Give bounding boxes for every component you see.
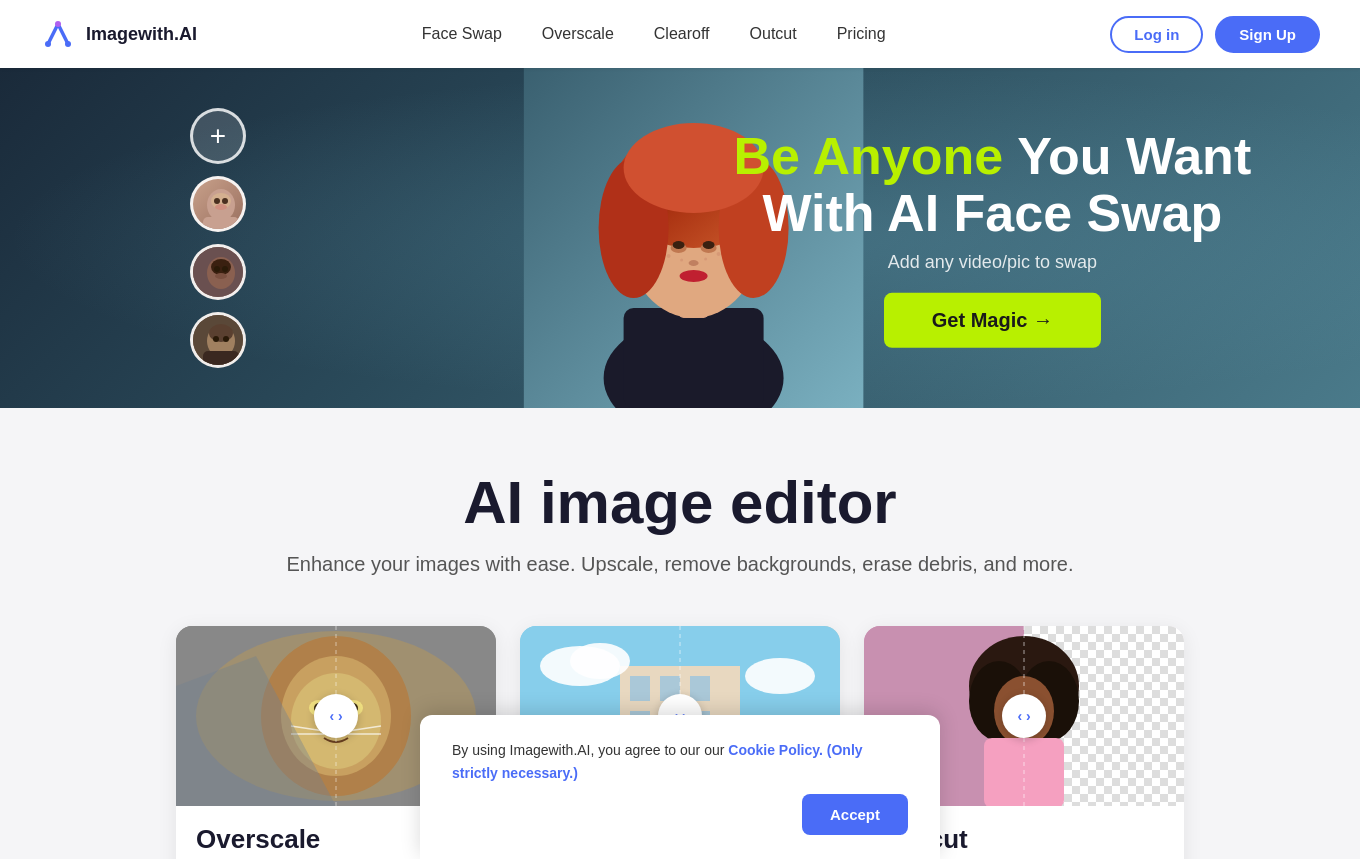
- svg-point-2: [65, 41, 71, 47]
- face-circle-2[interactable]: [190, 244, 246, 300]
- svg-rect-59: [630, 676, 650, 701]
- svg-point-32: [222, 266, 228, 272]
- svg-point-24: [214, 198, 220, 204]
- svg-point-14: [673, 241, 685, 249]
- svg-rect-61: [690, 676, 710, 701]
- nav-overscale[interactable]: Overscale: [542, 25, 614, 43]
- svg-point-21: [717, 252, 721, 256]
- logo-text: Imagewith.AI: [86, 24, 197, 45]
- nav-pricing[interactable]: Pricing: [837, 25, 886, 43]
- hero-subtitle: Add any video/pic to swap: [734, 252, 1252, 273]
- svg-point-31: [214, 266, 220, 272]
- svg-point-36: [209, 324, 233, 342]
- svg-point-25: [222, 198, 228, 204]
- svg-point-15: [703, 241, 715, 249]
- svg-point-30: [211, 259, 231, 275]
- slider-arrows-icon: ‹ ›: [329, 708, 342, 724]
- signup-button[interactable]: Sign Up: [1215, 16, 1320, 53]
- svg-point-37: [213, 336, 219, 342]
- hero-title-line2: With AI Face Swap: [734, 185, 1252, 242]
- svg-point-16: [689, 260, 699, 266]
- cookie-text-main: By using Imagewith.AI, you agree to our: [452, 742, 700, 758]
- face-circle-1[interactable]: [190, 176, 246, 232]
- svg-point-19: [680, 259, 683, 262]
- svg-point-65: [570, 643, 630, 679]
- header: Imagewith.AI Face Swap Overscale Clearof…: [0, 0, 1360, 68]
- login-button[interactable]: Log in: [1110, 16, 1203, 53]
- svg-point-26: [215, 204, 227, 210]
- cookie-row: Accept: [452, 794, 908, 835]
- section-title: AI image editor: [80, 468, 1280, 537]
- svg-rect-27: [203, 217, 239, 232]
- face-circle-3[interactable]: [190, 312, 246, 368]
- svg-rect-39: [203, 351, 239, 368]
- svg-point-33: [215, 273, 227, 279]
- plus-icon: +: [210, 120, 226, 152]
- logo[interactable]: Imagewith.AI: [40, 16, 197, 52]
- nav-clearoff[interactable]: Clearoff: [654, 25, 710, 43]
- hero-cta-button[interactable]: Get Magic →: [884, 293, 1101, 348]
- slider-arrows-icon-3: ‹ ›: [1017, 708, 1030, 724]
- hero-title-line1: Be Anyone You Want: [734, 128, 1252, 185]
- hero-section: + Be Anyone You Want With AI Face Swap A…: [0, 68, 1360, 408]
- svg-point-0: [55, 21, 61, 27]
- main-nav: Face Swap Overscale Clearoff Outcut Pric…: [422, 25, 886, 43]
- cookie-text: By using Imagewith.AI, you agree to our …: [452, 739, 908, 784]
- nav-face-swap[interactable]: Face Swap: [422, 25, 502, 43]
- hero-title-accent: Be Anyone: [734, 128, 1004, 185]
- svg-point-18: [667, 254, 671, 258]
- cookie-banner: By using Imagewith.AI, you agree to our …: [420, 715, 940, 859]
- svg-point-20: [704, 258, 707, 261]
- face-add-button[interactable]: +: [190, 108, 246, 164]
- card-outcut-slider[interactable]: ‹ ›: [1002, 694, 1046, 738]
- hero-title-white: You Want: [1017, 128, 1251, 185]
- svg-point-1: [45, 41, 51, 47]
- svg-point-38: [223, 336, 229, 342]
- cookie-accept-button[interactable]: Accept: [802, 794, 908, 835]
- card-overscale-slider[interactable]: ‹ ›: [314, 694, 358, 738]
- svg-point-17: [680, 270, 708, 282]
- logo-icon: [40, 16, 76, 52]
- section-subtitle: Enhance your images with ease. Upscale, …: [80, 553, 1280, 576]
- hero-text: Be Anyone You Want With AI Face Swap Add…: [734, 128, 1252, 348]
- nav-outcut[interactable]: Outcut: [750, 25, 797, 43]
- header-actions: Log in Sign Up: [1110, 16, 1320, 53]
- svg-point-66: [745, 658, 815, 694]
- face-circles: +: [190, 108, 246, 368]
